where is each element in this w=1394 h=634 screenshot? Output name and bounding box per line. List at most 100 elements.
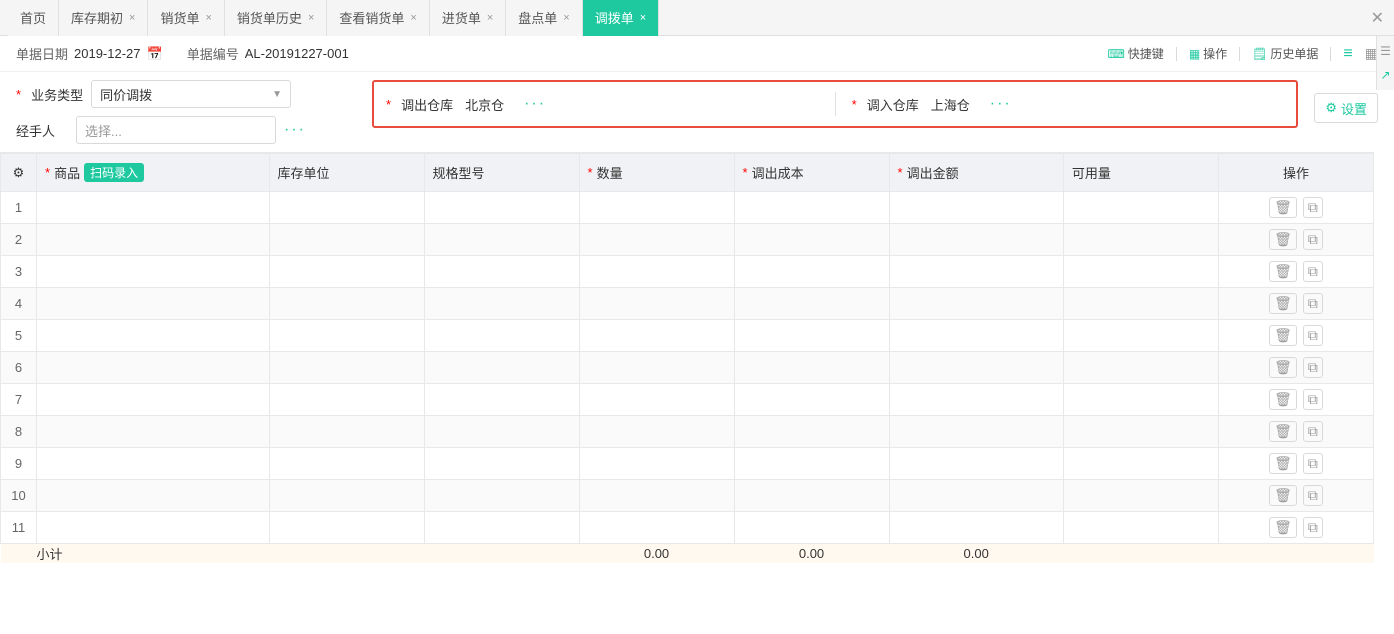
business-type-select[interactable]: 同价调拨 ▼ xyxy=(91,80,291,108)
operation-button[interactable]: ▦ 操作 xyxy=(1189,45,1227,62)
in-warehouse-value[interactable]: 上海仓 xyxy=(931,95,970,114)
row-delete-icon-5[interactable]: 🗑 xyxy=(1269,325,1297,346)
row-product-8[interactable] xyxy=(37,416,270,448)
row-spec-5[interactable] xyxy=(424,320,579,352)
calendar-icon[interactable]: 📅 xyxy=(147,46,163,62)
row-spec-1[interactable] xyxy=(424,192,579,224)
shortcut-button[interactable]: ⌨ 快捷键 xyxy=(1107,45,1163,62)
side-list-icon[interactable]: ☰ xyxy=(1377,40,1394,62)
row-amount-4[interactable] xyxy=(889,288,1063,320)
row-spec-11[interactable] xyxy=(424,512,579,544)
row-amount-10[interactable] xyxy=(889,480,1063,512)
row-amount-5[interactable] xyxy=(889,320,1063,352)
row-amount-1[interactable] xyxy=(889,192,1063,224)
row-spec-8[interactable] xyxy=(424,416,579,448)
row-product-2[interactable] xyxy=(37,224,270,256)
row-product-5[interactable] xyxy=(37,320,270,352)
in-warehouse-more-btn[interactable]: ··· xyxy=(990,95,1012,113)
row-qty-10[interactable] xyxy=(579,480,734,512)
out-warehouse-more-btn[interactable]: ··· xyxy=(524,95,546,113)
row-delete-icon-11[interactable]: 🗑 xyxy=(1269,517,1297,538)
tab-view-sales-close[interactable]: × xyxy=(410,12,416,24)
settings-button[interactable]: ⚙ 设置 xyxy=(1314,93,1378,123)
row-copy-icon-7[interactable]: ⧉ xyxy=(1303,389,1323,410)
row-unit-4[interactable] xyxy=(269,288,424,320)
row-unit-2[interactable] xyxy=(269,224,424,256)
row-product-4[interactable] xyxy=(37,288,270,320)
row-cost-4[interactable] xyxy=(734,288,889,320)
row-qty-8[interactable] xyxy=(579,416,734,448)
row-unit-8[interactable] xyxy=(269,416,424,448)
row-unit-10[interactable] xyxy=(269,480,424,512)
row-amount-11[interactable] xyxy=(889,512,1063,544)
row-spec-10[interactable] xyxy=(424,480,579,512)
history-button[interactable]: 🗒 历史单据 xyxy=(1252,45,1318,62)
manager-more-icon[interactable]: ··· xyxy=(284,121,306,139)
row-delete-icon-3[interactable]: 🗑 xyxy=(1269,261,1297,282)
row-product-11[interactable] xyxy=(37,512,270,544)
row-copy-icon-11[interactable]: ⧉ xyxy=(1303,517,1323,538)
row-cost-5[interactable] xyxy=(734,320,889,352)
row-copy-icon-4[interactable]: ⧉ xyxy=(1303,293,1323,314)
lines-view-button[interactable]: ≡ xyxy=(1343,45,1352,63)
tab-sales-order[interactable]: 销货单 × xyxy=(148,0,224,36)
row-product-7[interactable] xyxy=(37,384,270,416)
col-gear[interactable]: ⚙ xyxy=(1,154,37,192)
row-qty-2[interactable] xyxy=(579,224,734,256)
out-warehouse-value[interactable]: 北京仓 xyxy=(465,95,504,114)
row-cost-8[interactable] xyxy=(734,416,889,448)
row-copy-icon-10[interactable]: ⧉ xyxy=(1303,485,1323,506)
row-spec-2[interactable] xyxy=(424,224,579,256)
row-product-3[interactable] xyxy=(37,256,270,288)
row-cost-7[interactable] xyxy=(734,384,889,416)
row-copy-icon-1[interactable]: ⧉ xyxy=(1303,197,1323,218)
row-product-6[interactable] xyxy=(37,352,270,384)
row-qty-9[interactable] xyxy=(579,448,734,480)
row-delete-icon-10[interactable]: 🗑 xyxy=(1269,485,1297,506)
row-unit-5[interactable] xyxy=(269,320,424,352)
row-delete-icon-8[interactable]: 🗑 xyxy=(1269,421,1297,442)
row-delete-icon-9[interactable]: 🗑 xyxy=(1269,453,1297,474)
row-delete-icon-2[interactable]: 🗑 xyxy=(1269,229,1297,250)
row-cost-6[interactable] xyxy=(734,352,889,384)
row-unit-1[interactable] xyxy=(269,192,424,224)
row-cost-2[interactable] xyxy=(734,224,889,256)
row-copy-icon-3[interactable]: ⧉ xyxy=(1303,261,1323,282)
row-qty-7[interactable] xyxy=(579,384,734,416)
row-unit-11[interactable] xyxy=(269,512,424,544)
row-amount-9[interactable] xyxy=(889,448,1063,480)
row-product-10[interactable] xyxy=(37,480,270,512)
tab-transfer-close[interactable]: × xyxy=(640,12,646,24)
row-copy-icon-6[interactable]: ⧉ xyxy=(1303,357,1323,378)
row-unit-7[interactable] xyxy=(269,384,424,416)
manager-select[interactable]: 选择... xyxy=(76,116,276,144)
tab-purchase-order[interactable]: 进货单 × xyxy=(430,0,506,36)
row-cost-9[interactable] xyxy=(734,448,889,480)
row-spec-7[interactable] xyxy=(424,384,579,416)
row-unit-3[interactable] xyxy=(269,256,424,288)
row-copy-icon-9[interactable]: ⧉ xyxy=(1303,453,1323,474)
tab-inventory-init-close[interactable]: × xyxy=(129,12,135,24)
row-delete-icon-4[interactable]: 🗑 xyxy=(1269,293,1297,314)
row-qty-3[interactable] xyxy=(579,256,734,288)
row-amount-3[interactable] xyxy=(889,256,1063,288)
window-close-button[interactable]: ✕ xyxy=(1371,8,1384,28)
row-qty-6[interactable] xyxy=(579,352,734,384)
tab-purchase-order-close[interactable]: × xyxy=(487,12,493,24)
tab-sales-history[interactable]: 销货单历史 × xyxy=(225,0,327,36)
row-delete-icon-6[interactable]: 🗑 xyxy=(1269,357,1297,378)
row-delete-icon-7[interactable]: 🗑 xyxy=(1269,389,1297,410)
row-amount-2[interactable] xyxy=(889,224,1063,256)
row-cost-3[interactable] xyxy=(734,256,889,288)
row-qty-11[interactable] xyxy=(579,512,734,544)
tab-sales-history-close[interactable]: × xyxy=(308,12,314,24)
tab-view-sales[interactable]: 查看销货单 × xyxy=(327,0,429,36)
row-copy-icon-5[interactable]: ⧉ xyxy=(1303,325,1323,346)
side-export-icon[interactable]: ↗ xyxy=(1377,64,1394,86)
row-spec-6[interactable] xyxy=(424,352,579,384)
row-qty-5[interactable] xyxy=(579,320,734,352)
doc-date-value[interactable]: 2019-12-27 xyxy=(74,46,141,61)
row-copy-icon-8[interactable]: ⧉ xyxy=(1303,421,1323,442)
row-product-9[interactable] xyxy=(37,448,270,480)
row-qty-4[interactable] xyxy=(579,288,734,320)
